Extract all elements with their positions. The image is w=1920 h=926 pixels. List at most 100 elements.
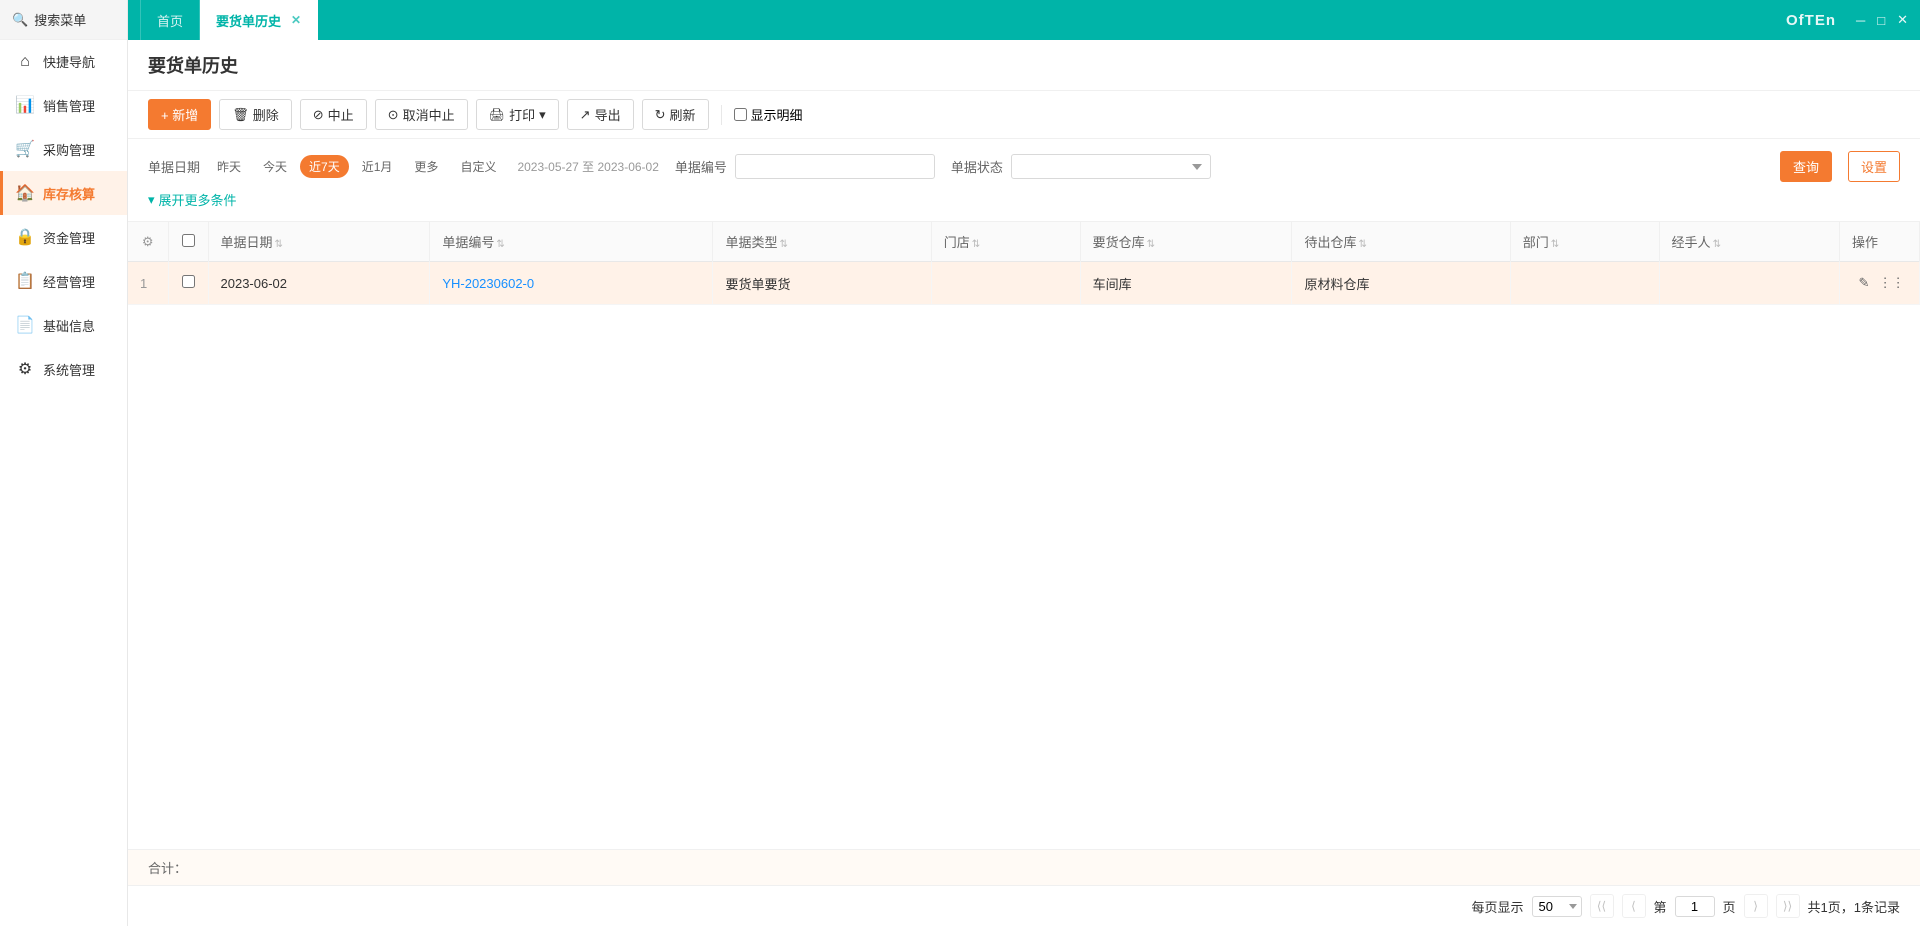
topbar-right: OfTEn ─ □ ✕ — [1786, 12, 1908, 29]
page-size-select[interactable]: 20 50 100 200 — [1532, 896, 1582, 917]
show-detail-toggle[interactable]: 显示明细 — [734, 105, 803, 124]
minimize-button[interactable]: ─ — [1856, 13, 1865, 28]
sidebar-item-system[interactable]: ⚙ 系统管理 — [0, 347, 127, 391]
select-all-checkbox[interactable] — [182, 234, 195, 247]
th-req-warehouse: 要货仓库⇅ — [1080, 222, 1292, 262]
close-button[interactable]: ✕ — [1897, 12, 1908, 28]
doc-number-filter-group: 单据编号 — [675, 154, 935, 179]
page-unit-label: 页 — [1723, 897, 1736, 916]
pagination: 每页显示 20 50 100 200 ⟨⟨ ⟨ 第 页 ⟩ ⟩⟩ 共1页，1条记… — [128, 885, 1920, 926]
toolbar-separator — [721, 105, 722, 125]
row-pending-warehouse: 原材料仓库 — [1292, 262, 1510, 305]
cancel-stop-icon: ⊙ — [388, 107, 399, 123]
sidebar-item-purchase[interactable]: 🛒 采购管理 — [0, 127, 127, 171]
delete-icon: 🗑 — [232, 107, 249, 123]
date-btn-custom[interactable]: 自定义 — [451, 155, 505, 178]
sidebar-item-sales[interactable]: 📊 销售管理 — [0, 83, 127, 127]
date-btn-last1month[interactable]: 近1月 — [353, 155, 402, 178]
tab-close-icon[interactable]: ✕ — [291, 13, 301, 27]
sidebar-item-label: 快捷导航 — [43, 52, 95, 71]
sidebar-item-operations[interactable]: 📋 经营管理 — [0, 259, 127, 303]
new-button[interactable]: + 新增 — [148, 99, 211, 130]
th-number: 单据编号⇅ — [430, 222, 713, 262]
th-date: 单据日期⇅ — [208, 222, 430, 262]
sidebar-item-quick-nav[interactable]: ⌂ 快捷导航 — [0, 40, 127, 83]
th-operations: 操作 — [1840, 222, 1920, 262]
row-handler — [1659, 262, 1839, 305]
th-type: 单据类型⇅ — [713, 222, 931, 262]
sidebar-item-finance[interactable]: 🔒 资金管理 — [0, 215, 127, 259]
date-btn-yesterday[interactable]: 昨天 — [208, 155, 250, 178]
doc-status-filter-group: 单据状态 — [951, 154, 1211, 179]
refresh-button[interactable]: ↻ 刷新 — [642, 99, 709, 130]
page-last-button[interactable]: ⟩⟩ — [1776, 894, 1800, 918]
page-number-input[interactable] — [1675, 896, 1715, 917]
row-more-button[interactable]: ⋮⋮ — [1880, 271, 1904, 295]
settings-button[interactable]: 设置 — [1848, 151, 1900, 182]
page-prev-button[interactable]: ⟨ — [1622, 894, 1646, 918]
tab-home[interactable]: 首页 — [140, 0, 200, 40]
page-first-button[interactable]: ⟨⟨ — [1590, 894, 1614, 918]
summary-label: 合计： — [148, 858, 187, 877]
date-btn-more[interactable]: 更多 — [405, 155, 447, 178]
page-header: 要货单历史 — [128, 40, 1920, 91]
expand-icon: ▾ — [148, 192, 155, 208]
doc-number-input[interactable] — [735, 154, 935, 179]
sidebar-item-basic[interactable]: 📄 基础信息 — [0, 303, 127, 347]
sidebar-search-label: 搜索菜单 — [34, 10, 86, 29]
row-type: 要货单要货 — [713, 262, 931, 305]
tab-home-label: 首页 — [157, 11, 183, 30]
sidebar-search[interactable]: 🔍 搜索菜单 — [0, 0, 127, 40]
expand-more-row: ▾ 展开更多条件 — [148, 190, 1900, 209]
sort-icon-store: ⇅ — [972, 239, 980, 250]
sort-icon-dept: ⇅ — [1551, 239, 1559, 250]
row-checkbox-cell — [168, 262, 208, 305]
sidebar-item-inventory[interactable]: 🏠 库存核算 — [0, 171, 127, 215]
main-content: 首页 要货单历史 ✕ OfTEn ─ □ ✕ 要货单历史 + 新增 🗑 删除 ⊘… — [128, 0, 1920, 926]
sidebar-item-label: 经营管理 — [43, 272, 95, 291]
expand-label: 展开更多条件 — [159, 190, 237, 209]
sort-icon-pending-wh: ⇅ — [1358, 239, 1366, 250]
sidebar-item-label: 资金管理 — [43, 228, 95, 247]
print-button[interactable]: 🖨 打印 ▾ — [476, 99, 559, 130]
delete-button[interactable]: 🗑 删除 — [219, 99, 292, 130]
filter-row: 单据日期 昨天 今天 近7天 近1月 更多 自定义 2023-05-27 至 2… — [148, 151, 1900, 182]
show-detail-checkbox[interactable] — [734, 108, 747, 121]
stop-button[interactable]: ⊘ 中止 — [300, 99, 367, 130]
row-edit-button[interactable]: ✎ — [1852, 271, 1876, 295]
row-operations: ✎ ⋮⋮ — [1840, 262, 1920, 305]
row-checkbox[interactable] — [182, 275, 195, 288]
row-department — [1510, 262, 1659, 305]
cancel-stop-button[interactable]: ⊙ 取消中止 — [375, 99, 468, 130]
maximize-button[interactable]: □ — [1877, 13, 1885, 28]
expand-more-btn[interactable]: ▾ 展开更多条件 — [148, 190, 1900, 209]
row-store — [931, 262, 1080, 305]
row-number[interactable]: YH-20230602-0 — [430, 262, 713, 305]
table-header-row: ⚙ 单据日期⇅ 单据编号⇅ 单据类型⇅ 门店⇅ 要货仓库⇅ 待出仓库⇅ 部门⇅ … — [128, 222, 1920, 262]
query-button[interactable]: 查询 — [1780, 151, 1832, 182]
th-store: 门店⇅ — [931, 222, 1080, 262]
date-btn-last7days[interactable]: 近7天 — [300, 155, 349, 178]
doc-status-label: 单据状态 — [951, 157, 1003, 176]
page-next-button[interactable]: ⟩ — [1744, 894, 1768, 918]
th-checkbox — [168, 222, 208, 262]
table-row: 1 2023-06-02 YH-20230602-0 要货单要货 车间库 原材料… — [128, 262, 1920, 305]
lock-icon: 🔒 — [15, 227, 35, 247]
sort-icon-date: ⇅ — [275, 239, 283, 250]
date-btn-today[interactable]: 今天 — [254, 155, 296, 178]
date-filter-group: 单据日期 昨天 今天 近7天 近1月 更多 自定义 2023-05-27 至 2… — [148, 155, 659, 178]
ops-icon: 📋 — [15, 271, 35, 291]
th-settings[interactable]: ⚙ — [128, 222, 168, 262]
sidebar: 🔍 搜索菜单 ⌂ 快捷导航 📊 销售管理 🛒 采购管理 🏠 库存核算 🔒 资金管… — [0, 0, 128, 926]
tab-requisition-history[interactable]: 要货单历史 ✕ — [200, 0, 318, 40]
export-button[interactable]: ↗ 导出 — [567, 99, 634, 130]
print-dropdown-icon: ▾ — [539, 107, 546, 123]
sort-icon-req-wh: ⇅ — [1147, 239, 1155, 250]
toolbar: + 新增 🗑 删除 ⊘ 中止 ⊙ 取消中止 🖨 打印 ▾ ↗ 导出 ↻ 刷新 — [128, 91, 1920, 139]
th-handler: 经手人⇅ — [1659, 222, 1839, 262]
doc-icon: 📄 — [15, 315, 35, 335]
doc-status-select[interactable] — [1011, 154, 1211, 179]
row-num: 1 — [128, 262, 168, 305]
table-footer: 合计： — [128, 849, 1920, 885]
date-buttons: 昨天 今天 近7天 近1月 更多 自定义 — [208, 155, 505, 178]
